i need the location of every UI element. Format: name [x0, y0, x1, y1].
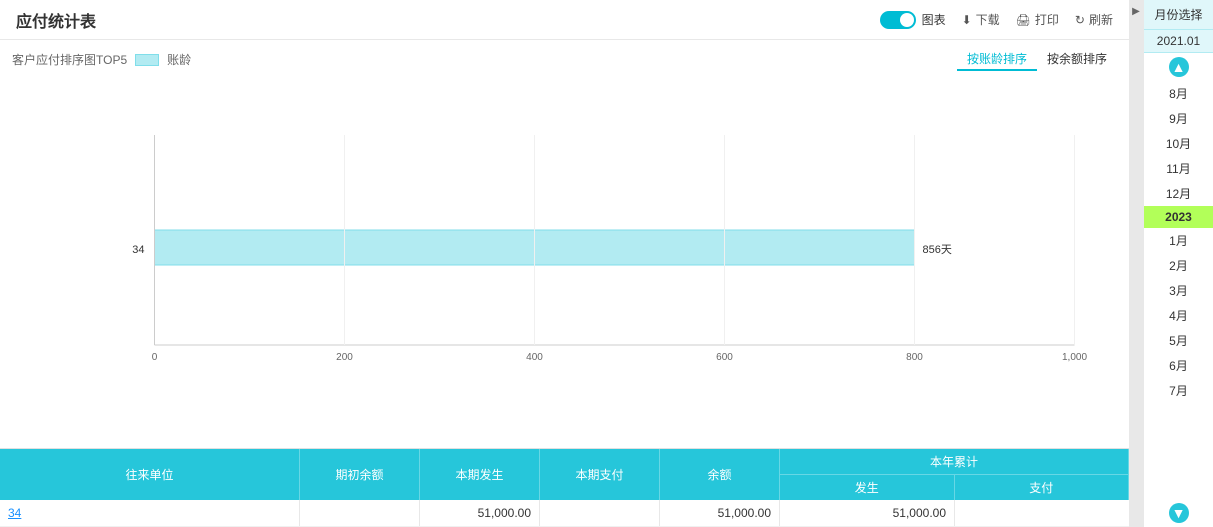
chart-legend-label: 客户应付排序图TOP5	[12, 51, 127, 68]
month-item-5[interactable]: 5月	[1144, 328, 1213, 353]
th-current: 本期发生	[420, 449, 540, 500]
svg-text:600: 600	[716, 352, 733, 363]
nav-up-arrow[interactable]: ▲	[1169, 57, 1189, 77]
td-ytd-occur: 51,000.00	[780, 500, 955, 526]
sidebar-nav-down[interactable]: ▼	[1144, 499, 1213, 527]
arrow-up-icon: ▲	[1172, 59, 1186, 75]
th-payment: 本期支付	[540, 449, 660, 500]
th-opening: 期初余额	[300, 449, 420, 500]
td-opening	[300, 500, 420, 526]
svg-text:856天: 856天	[923, 244, 952, 256]
sidebar-nav-up[interactable]: ▲	[1144, 53, 1213, 81]
chart-legend-box-label: 账龄	[167, 51, 191, 68]
td-current: 51,000.00	[420, 500, 540, 526]
sidebar-collapse-btn[interactable]: ▶	[1129, 0, 1143, 527]
td-ytd-pay	[955, 500, 1129, 526]
svg-text:0: 0	[152, 352, 158, 363]
month-item-year-2023[interactable]: 2023	[1144, 206, 1213, 228]
svg-text:200: 200	[336, 352, 353, 363]
th-ytd-occur: 发生	[780, 475, 955, 500]
chart-toggle[interactable]	[880, 11, 916, 29]
month-item-4[interactable]: 4月	[1144, 303, 1213, 328]
svg-text:1,000: 1,000	[1062, 352, 1087, 363]
nav-down-arrow[interactable]: ▼	[1169, 503, 1189, 523]
collapse-icon: ▶	[1132, 6, 1140, 17]
bar-chart: 34 856天 0 200 400 600 800 1,000	[12, 75, 1117, 365]
table-row: 34 51,000.00 51,000.00 51,000.00	[0, 500, 1129, 527]
th-ytd-pay: 支付	[955, 475, 1129, 500]
refresh-button[interactable]: ↻ 刷新	[1075, 11, 1113, 28]
th-ytd-group-label: 本年累计	[780, 449, 1128, 475]
td-ytd: 51,000.00	[780, 500, 1129, 526]
download-button[interactable]: ⬇ 下载	[962, 11, 1000, 28]
sort-by-balance-tab[interactable]: 按余额排序	[1037, 48, 1117, 71]
svg-text:400: 400	[526, 352, 543, 363]
arrow-down-icon: ▼	[1172, 505, 1186, 521]
sidebar: 月份选择 2021.01 ▲ 8月 9月 10月 11月 12月 2023 1月…	[1143, 0, 1213, 527]
sort-tabs: 按账龄排序 按余额排序	[957, 48, 1117, 71]
td-balance: 51,000.00	[660, 500, 780, 526]
td-unit: 34	[0, 500, 300, 526]
page-title: 应付统计表	[16, 8, 96, 32]
th-ytd-group: 本年累计 发生 支付	[780, 449, 1129, 500]
chart-legend: 客户应付排序图TOP5 账龄	[12, 51, 191, 68]
svg-text:800: 800	[906, 352, 923, 363]
month-item-8[interactable]: 8月	[1144, 81, 1213, 106]
sort-by-amount-tab[interactable]: 按账龄排序	[957, 48, 1037, 71]
th-ytd-sub: 发生 支付	[780, 475, 1128, 500]
month-item-6[interactable]: 6月	[1144, 353, 1213, 378]
month-item-1[interactable]: 1月	[1144, 228, 1213, 253]
chart-area: 客户应付排序图TOP5 账龄 按账龄排序 按余额排序 34 856天	[0, 40, 1129, 448]
legend-color-box	[135, 54, 159, 66]
sidebar-header-label: 月份选择	[1144, 0, 1213, 30]
sidebar-months: 8月 9月 10月 11月 12月 2023 1月 2月 3月 4月 5月 6月…	[1144, 81, 1213, 499]
th-balance: 余额	[660, 449, 780, 500]
table-area: 往来单位 期初余额 本期发生 本期支付 余额 本年累计	[0, 448, 1129, 527]
month-item-2[interactable]: 2月	[1144, 253, 1213, 278]
month-item-10[interactable]: 10月	[1144, 131, 1213, 156]
print-icon: 🖨	[1016, 13, 1031, 27]
month-item-7[interactable]: 7月	[1144, 378, 1213, 403]
sidebar-current-date[interactable]: 2021.01	[1144, 30, 1213, 53]
month-item-11[interactable]: 11月	[1144, 156, 1213, 181]
th-unit: 往来单位	[0, 449, 300, 500]
header-actions: 图表 ⬇ 下载 🖨 打印 ↻ 刷新	[880, 11, 1113, 29]
month-item-3[interactable]: 3月	[1144, 278, 1213, 303]
svg-text:34: 34	[132, 244, 144, 256]
refresh-icon: ↻	[1075, 13, 1085, 27]
month-item-12[interactable]: 12月	[1144, 181, 1213, 206]
download-icon: ⬇	[962, 13, 972, 27]
print-button[interactable]: 🖨 打印	[1016, 11, 1059, 28]
td-payment	[540, 500, 660, 526]
chart-header: 客户应付排序图TOP5 账龄 按账龄排序 按余额排序	[12, 48, 1117, 71]
page-header: 应付统计表 图表 ⬇ 下载 🖨 打印 ↻ 刷新	[0, 0, 1129, 40]
chart-toggle-wrap: 图表	[880, 11, 946, 29]
chart-toggle-label: 图表	[922, 11, 946, 28]
table-header: 往来单位 期初余额 本期发生 本期支付 余额 本年累计	[0, 449, 1129, 500]
chart-wrapper: 34 856天 0 200 400 600 800 1,000	[12, 75, 1117, 365]
month-item-9[interactable]: 9月	[1144, 106, 1213, 131]
unit-link[interactable]: 34	[8, 506, 21, 520]
